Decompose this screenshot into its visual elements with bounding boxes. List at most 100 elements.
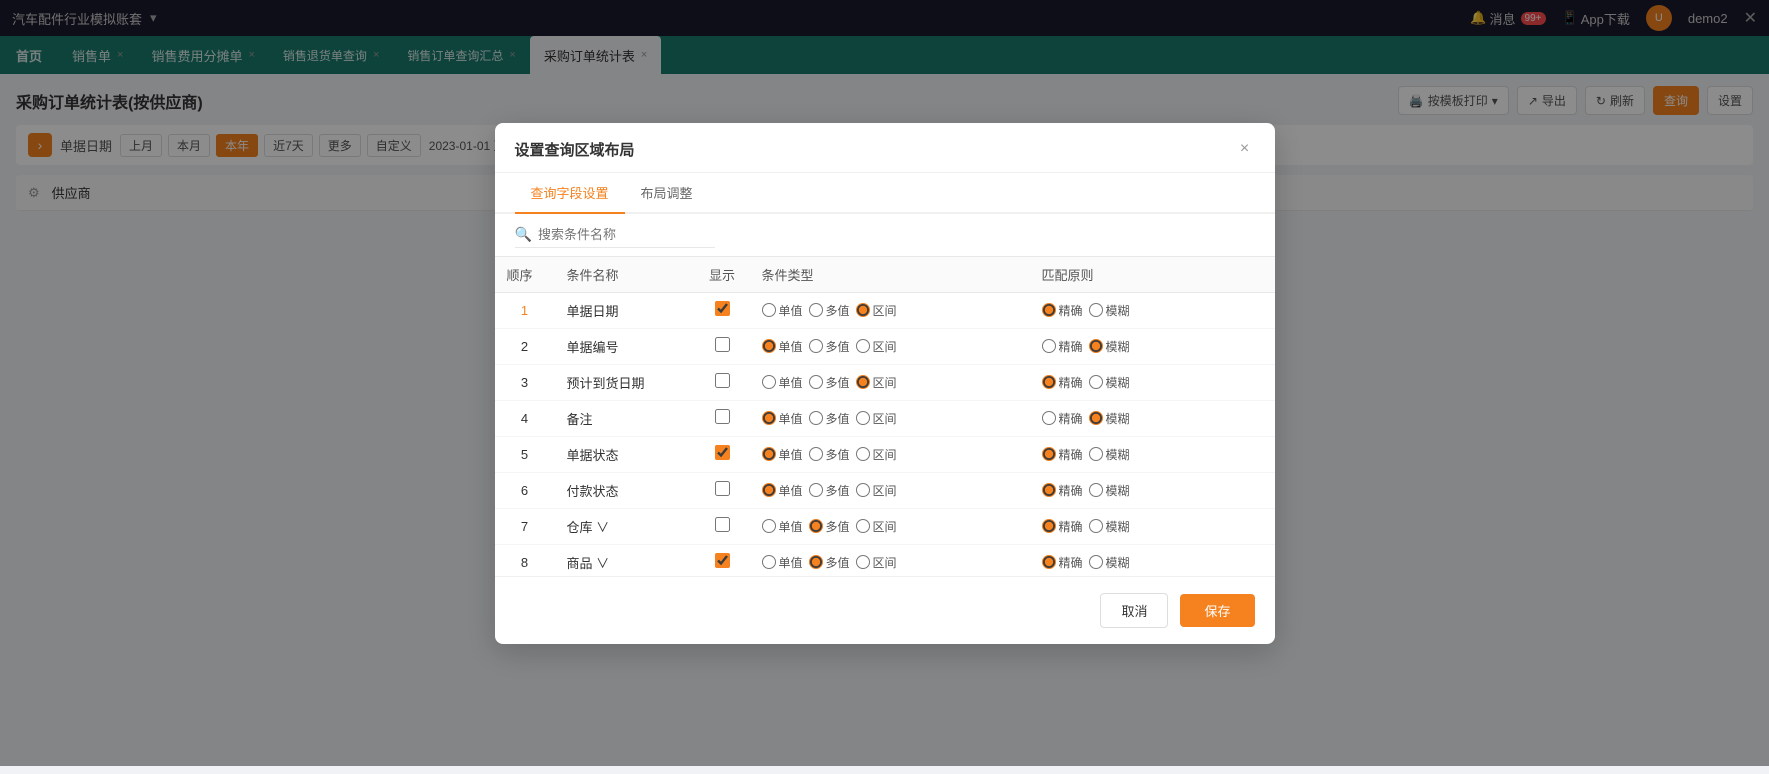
cell-match-6: 精确模糊 (1030, 472, 1275, 508)
save-button[interactable]: 保存 (1180, 594, 1254, 627)
type-option-区间[interactable]: 区间 (856, 554, 897, 571)
display-checkbox-4[interactable] (715, 409, 730, 424)
cell-display-4[interactable] (695, 400, 750, 436)
match-option-模糊[interactable]: 模糊 (1089, 554, 1130, 571)
dialog-close-button[interactable]: × (1235, 139, 1255, 159)
type-option-区间[interactable]: 区间 (856, 446, 897, 463)
display-checkbox-2[interactable] (715, 337, 730, 352)
display-checkbox-8[interactable] (715, 553, 730, 568)
tab-layout-adjust[interactable]: 布局调整 (625, 173, 709, 214)
type-option-单值[interactable]: 单值 (762, 518, 803, 535)
match-option-模糊[interactable]: 模糊 (1089, 410, 1130, 427)
display-checkbox-1[interactable] (715, 301, 730, 316)
col-name-header: 条件名称 (555, 256, 695, 292)
match-option-精确[interactable]: 精确 (1042, 302, 1083, 319)
cell-name-7: 仓库 ∨ (555, 508, 695, 544)
type-option-区间[interactable]: 区间 (856, 518, 897, 535)
display-checkbox-3[interactable] (715, 373, 730, 388)
type-option-区间[interactable]: 区间 (856, 410, 897, 427)
type-option-单值[interactable]: 单值 (762, 338, 803, 355)
table-row: 8商品 ∨单值多值区间精确模糊 (495, 544, 1275, 576)
cell-order-4: 4 (495, 400, 555, 436)
type-option-区间[interactable]: 区间 (856, 482, 897, 499)
match-radio-group-5: 精确模糊 (1042, 446, 1263, 463)
match-option-模糊[interactable]: 模糊 (1089, 518, 1130, 535)
match-radio-group-6: 精确模糊 (1042, 482, 1263, 499)
cell-name-3: 预计到货日期 (555, 364, 695, 400)
dialog-header: 设置查询区域布局 × (495, 123, 1275, 173)
cell-name-2: 单据编号 (555, 328, 695, 364)
type-option-区间[interactable]: 区间 (856, 302, 897, 319)
modal-overlay: 设置查询区域布局 × 查询字段设置 布局调整 🔍 顺序 (0, 0, 1769, 766)
match-option-精确[interactable]: 精确 (1042, 446, 1083, 463)
search-input[interactable] (538, 227, 715, 242)
match-option-精确[interactable]: 精确 (1042, 410, 1083, 427)
cell-match-3: 精确模糊 (1030, 364, 1275, 400)
table-row: 2单据编号 单值多值区间 精确模糊 (495, 328, 1275, 364)
match-option-精确[interactable]: 精确 (1042, 518, 1083, 535)
type-option-区间[interactable]: 区间 (856, 338, 897, 355)
type-option-多值[interactable]: 多值 (809, 338, 850, 355)
cell-name-6: 付款状态 (555, 472, 695, 508)
col-order-header: 顺序 (495, 256, 555, 292)
tab-layout-adjust-label: 布局调整 (641, 186, 693, 201)
cell-order-2: 2 (495, 328, 555, 364)
match-option-精确[interactable]: 精确 (1042, 554, 1083, 571)
cell-display-3[interactable] (695, 364, 750, 400)
col-type-header: 条件类型 (750, 256, 1030, 292)
type-option-单值[interactable]: 单值 (762, 302, 803, 319)
type-option-区间[interactable]: 区间 (856, 374, 897, 391)
type-option-单值[interactable]: 单值 (762, 410, 803, 427)
settings-dialog: 设置查询区域布局 × 查询字段设置 布局调整 🔍 顺序 (495, 123, 1275, 644)
type-radio-group-1: 单值多值区间 (762, 302, 1018, 319)
conditions-table-scroll: 顺序 条件名称 显示 条件类型 匹配原则 1单据日期单值多值区间精确模糊2单据编… (495, 256, 1275, 576)
type-option-单值[interactable]: 单值 (762, 446, 803, 463)
conditions-table: 顺序 条件名称 显示 条件类型 匹配原则 1单据日期单值多值区间精确模糊2单据编… (495, 256, 1275, 576)
match-option-精确[interactable]: 精确 (1042, 482, 1083, 499)
match-radio-group-4: 精确模糊 (1042, 410, 1263, 427)
cancel-button[interactable]: 取消 (1100, 593, 1168, 628)
tab-query-fields[interactable]: 查询字段设置 (515, 173, 625, 214)
match-radio-group-3: 精确模糊 (1042, 374, 1263, 391)
match-option-模糊[interactable]: 模糊 (1089, 446, 1130, 463)
type-option-多值[interactable]: 多值 (809, 374, 850, 391)
type-option-多值[interactable]: 多值 (809, 482, 850, 499)
cell-type-1: 单值多值区间 (750, 292, 1030, 328)
dialog-tabs: 查询字段设置 布局调整 (495, 173, 1275, 214)
display-checkbox-5[interactable] (715, 445, 730, 460)
cell-display-1[interactable] (695, 292, 750, 328)
type-option-多值[interactable]: 多值 (809, 554, 850, 571)
type-option-单值[interactable]: 单值 (762, 374, 803, 391)
display-checkbox-7[interactable] (715, 517, 730, 532)
match-option-模糊[interactable]: 模糊 (1089, 374, 1130, 391)
match-option-模糊[interactable]: 模糊 (1089, 338, 1130, 355)
cell-order-1: 1 (495, 292, 555, 328)
display-checkbox-6[interactable] (715, 481, 730, 496)
col-display-header: 显示 (695, 256, 750, 292)
search-icon: 🔍 (515, 226, 532, 243)
type-radio-group-6: 单值多值区间 (762, 482, 1018, 499)
cell-name-8: 商品 ∨ (555, 544, 695, 576)
cell-display-5[interactable] (695, 436, 750, 472)
cell-match-1: 精确模糊 (1030, 292, 1275, 328)
match-option-模糊[interactable]: 模糊 (1089, 302, 1130, 319)
type-option-多值[interactable]: 多值 (809, 518, 850, 535)
match-option-模糊[interactable]: 模糊 (1089, 482, 1130, 499)
col-match-header: 匹配原则 (1030, 256, 1275, 292)
cell-display-8[interactable] (695, 544, 750, 576)
match-option-精确[interactable]: 精确 (1042, 338, 1083, 355)
cell-display-6[interactable] (695, 472, 750, 508)
type-option-单值[interactable]: 单值 (762, 554, 803, 571)
type-option-多值[interactable]: 多值 (809, 302, 850, 319)
cell-display-2[interactable] (695, 328, 750, 364)
cell-type-4: 单值多值区间 (750, 400, 1030, 436)
table-row: 7仓库 ∨单值多值区间精确模糊 (495, 508, 1275, 544)
type-option-多值[interactable]: 多值 (809, 410, 850, 427)
cell-match-4: 精确模糊 (1030, 400, 1275, 436)
cell-display-7[interactable] (695, 508, 750, 544)
type-option-多值[interactable]: 多值 (809, 446, 850, 463)
type-option-单值[interactable]: 单值 (762, 482, 803, 499)
cell-name-5: 单据状态 (555, 436, 695, 472)
match-option-精确[interactable]: 精确 (1042, 374, 1083, 391)
cell-match-8: 精确模糊 (1030, 544, 1275, 576)
